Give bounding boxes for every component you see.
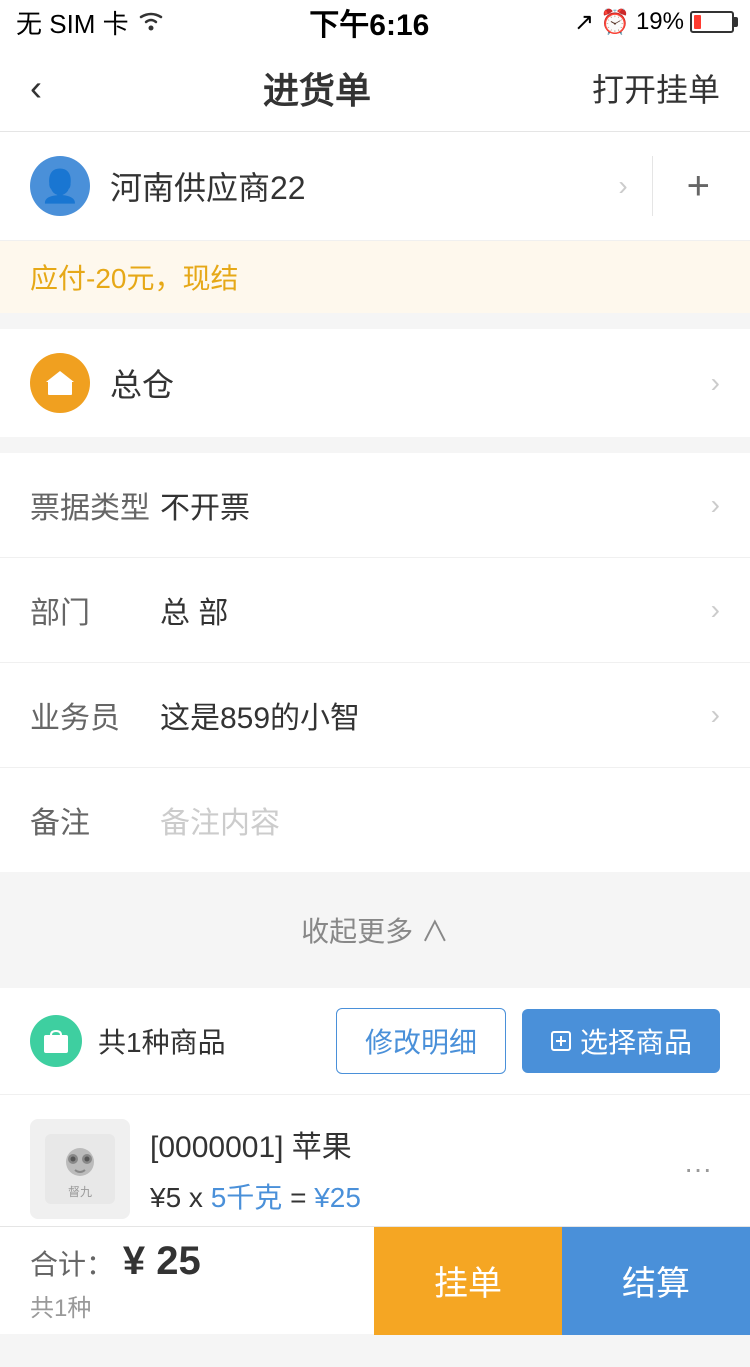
notice-bar: 应付-20元，现结	[0, 241, 750, 313]
battery-percent: 19%	[636, 8, 684, 36]
invoice-chevron-icon: ›	[711, 489, 720, 521]
product-title: 苹果	[292, 1131, 352, 1164]
carrier-text: 无 SIM 卡	[16, 4, 129, 41]
invoice-value: 不开票	[160, 483, 711, 527]
supplier-chevron-icon: ›	[618, 170, 627, 202]
product-thumbnail: 督九	[30, 1119, 130, 1219]
warehouse-icon	[30, 353, 90, 413]
total-label: 合计：	[30, 1249, 114, 1280]
collapse-label: 收起更多 ∧	[301, 916, 449, 947]
settle-button[interactable]: 结算	[562, 1227, 750, 1335]
notice-text: 应付-20元，现结	[30, 263, 238, 294]
dept-chevron-icon: ›	[711, 594, 720, 626]
products-section: 共1种商品 修改明细 选择商品	[0, 988, 750, 1243]
status-left: 无 SIM 卡	[16, 4, 165, 41]
dept-label: 部门	[30, 588, 160, 632]
sales-value: 这是859的小智	[160, 693, 711, 737]
product-id: [0000001]	[150, 1131, 292, 1164]
equals: =	[290, 1182, 314, 1213]
warehouse-card: 总仓 ›	[0, 329, 750, 437]
location-icon: ↗	[574, 8, 594, 37]
sales-label: 业务员	[30, 693, 160, 737]
bottom-bar: 合计： ¥ 25 共1种 挂单 结算	[0, 1226, 750, 1334]
products-header: 共1种商品 修改明细 选择商品	[0, 988, 750, 1094]
select-product-label: 选择商品	[580, 1021, 692, 1061]
time-display: 下午6:16	[309, 0, 429, 44]
warehouse-chevron-icon: ›	[711, 367, 720, 399]
total-count: 共1种	[30, 1288, 344, 1323]
quantity: 5千克	[211, 1182, 283, 1213]
battery-icon	[690, 11, 734, 33]
page-title: 进货单	[263, 62, 371, 114]
remark-row[interactable]: 备注 备注内容	[0, 767, 750, 872]
product-price: ¥5 x 5千克 = ¥25	[150, 1176, 676, 1216]
hold-button[interactable]: 挂单	[374, 1227, 562, 1335]
total-amount: ¥ 25	[123, 1239, 201, 1283]
product-info: [0000001] 苹果 ¥5 x 5千克 = ¥25	[150, 1122, 676, 1216]
product-icon	[30, 1015, 82, 1067]
supplier-name: 河南供应商22	[110, 163, 618, 209]
status-right: ↗ ⏰ 19%	[574, 8, 734, 37]
invoice-label: 票据类型	[30, 483, 160, 527]
dept-value: 总 部	[160, 588, 711, 632]
status-bar: 无 SIM 卡 下午6:16 ↗ ⏰ 19%	[0, 0, 750, 44]
invoice-type-row[interactable]: 票据类型 不开票 ›	[0, 453, 750, 557]
supplier-card: 👤 河南供应商22 › + 应付-20元，现结	[0, 132, 750, 313]
collapse-bar[interactable]: 收起更多 ∧	[0, 888, 750, 972]
open-hold-button[interactable]: 打开挂单	[592, 65, 720, 111]
more-options-button[interactable]: ···	[676, 1145, 720, 1193]
product-name: [0000001] 苹果	[150, 1122, 676, 1166]
subtotal: ¥25	[314, 1182, 361, 1213]
unit-price: ¥5 x	[150, 1182, 211, 1213]
sales-chevron-icon: ›	[711, 699, 720, 731]
warehouse-label: 总仓	[110, 360, 711, 406]
dept-row[interactable]: 部门 总 部 ›	[0, 557, 750, 662]
content: 👤 河南供应商22 › + 应付-20元，现结 总仓 ›	[0, 132, 750, 1367]
add-supplier-button[interactable]: +	[677, 164, 720, 209]
wifi-icon	[137, 7, 165, 38]
avatar-icon: 👤	[40, 167, 80, 205]
product-count: 共1种商品	[98, 1021, 336, 1061]
supplier-row[interactable]: 👤 河南供应商22 › +	[0, 132, 750, 241]
form-card: 票据类型 不开票 › 部门 总 部 › 业务员 这是859的小智 › 备注 备注…	[0, 453, 750, 872]
alarm-icon: ⏰	[600, 8, 630, 37]
supplier-divider	[652, 156, 653, 216]
remark-input[interactable]: 备注内容	[160, 798, 720, 842]
svg-text:督九: 督九	[68, 1184, 92, 1199]
back-button[interactable]: ‹	[30, 67, 42, 109]
nav-bar: ‹ 进货单 打开挂单	[0, 44, 750, 132]
edit-detail-button[interactable]: 修改明细	[336, 1008, 506, 1074]
total-section: 合计： ¥ 25 共1种	[0, 1239, 374, 1323]
supplier-avatar: 👤	[30, 156, 90, 216]
select-product-button[interactable]: 选择商品	[522, 1009, 720, 1073]
product-item: 督九 [0000001] 苹果 ¥5 x 5千克 = ¥25 ···	[0, 1094, 750, 1243]
sales-row[interactable]: 业务员 这是859的小智 ›	[0, 662, 750, 767]
warehouse-row[interactable]: 总仓 ›	[0, 329, 750, 437]
remark-label: 备注	[30, 798, 160, 842]
